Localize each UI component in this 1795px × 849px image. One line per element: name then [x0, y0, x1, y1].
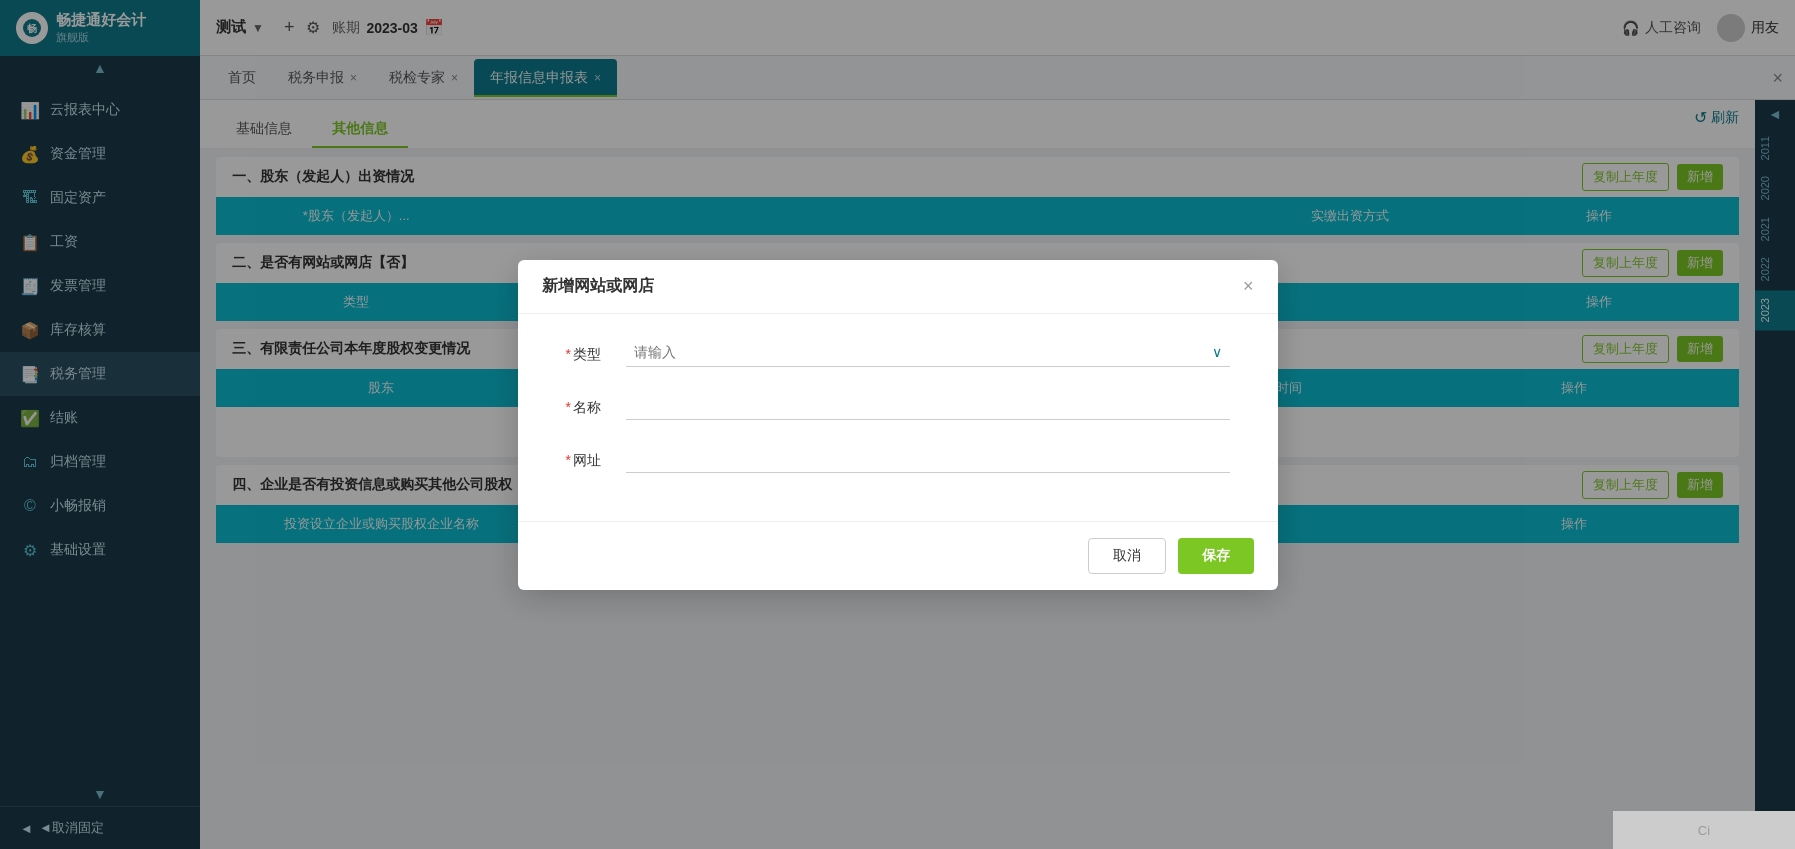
name-label: *名称 [566, 391, 626, 417]
form-row-url: *网址 [566, 444, 1230, 473]
name-input[interactable] [626, 391, 1230, 420]
form-row-name: *名称 [566, 391, 1230, 420]
type-dropdown-icon[interactable]: ∨ [1204, 344, 1230, 360]
url-label: *网址 [566, 444, 626, 470]
save-button[interactable]: 保存 [1178, 538, 1254, 574]
dialog-header: 新增网站或网店 × [518, 260, 1278, 314]
cancel-button[interactable]: 取消 [1088, 538, 1166, 574]
dialog-body: *类型 ∨ *名称 *网址 [518, 314, 1278, 521]
type-input[interactable] [626, 338, 1204, 366]
dialog-close-button[interactable]: × [1243, 277, 1254, 295]
type-label: *类型 [566, 338, 626, 364]
watermark: Ci [1613, 811, 1795, 849]
add-website-dialog: 新增网站或网店 × *类型 ∨ *名称 [518, 260, 1278, 590]
dialog-title: 新增网站或网店 [542, 276, 654, 297]
type-required-mark: * [566, 346, 571, 362]
url-input[interactable] [626, 444, 1230, 473]
form-row-type: *类型 ∨ [566, 338, 1230, 367]
type-select-wrap: ∨ [626, 338, 1230, 367]
name-required-mark: * [566, 399, 571, 415]
url-required-mark: * [566, 452, 571, 468]
dialog-footer: 取消 保存 [518, 521, 1278, 590]
dialog-overlay: 新增网站或网店 × *类型 ∨ *名称 [0, 0, 1795, 849]
